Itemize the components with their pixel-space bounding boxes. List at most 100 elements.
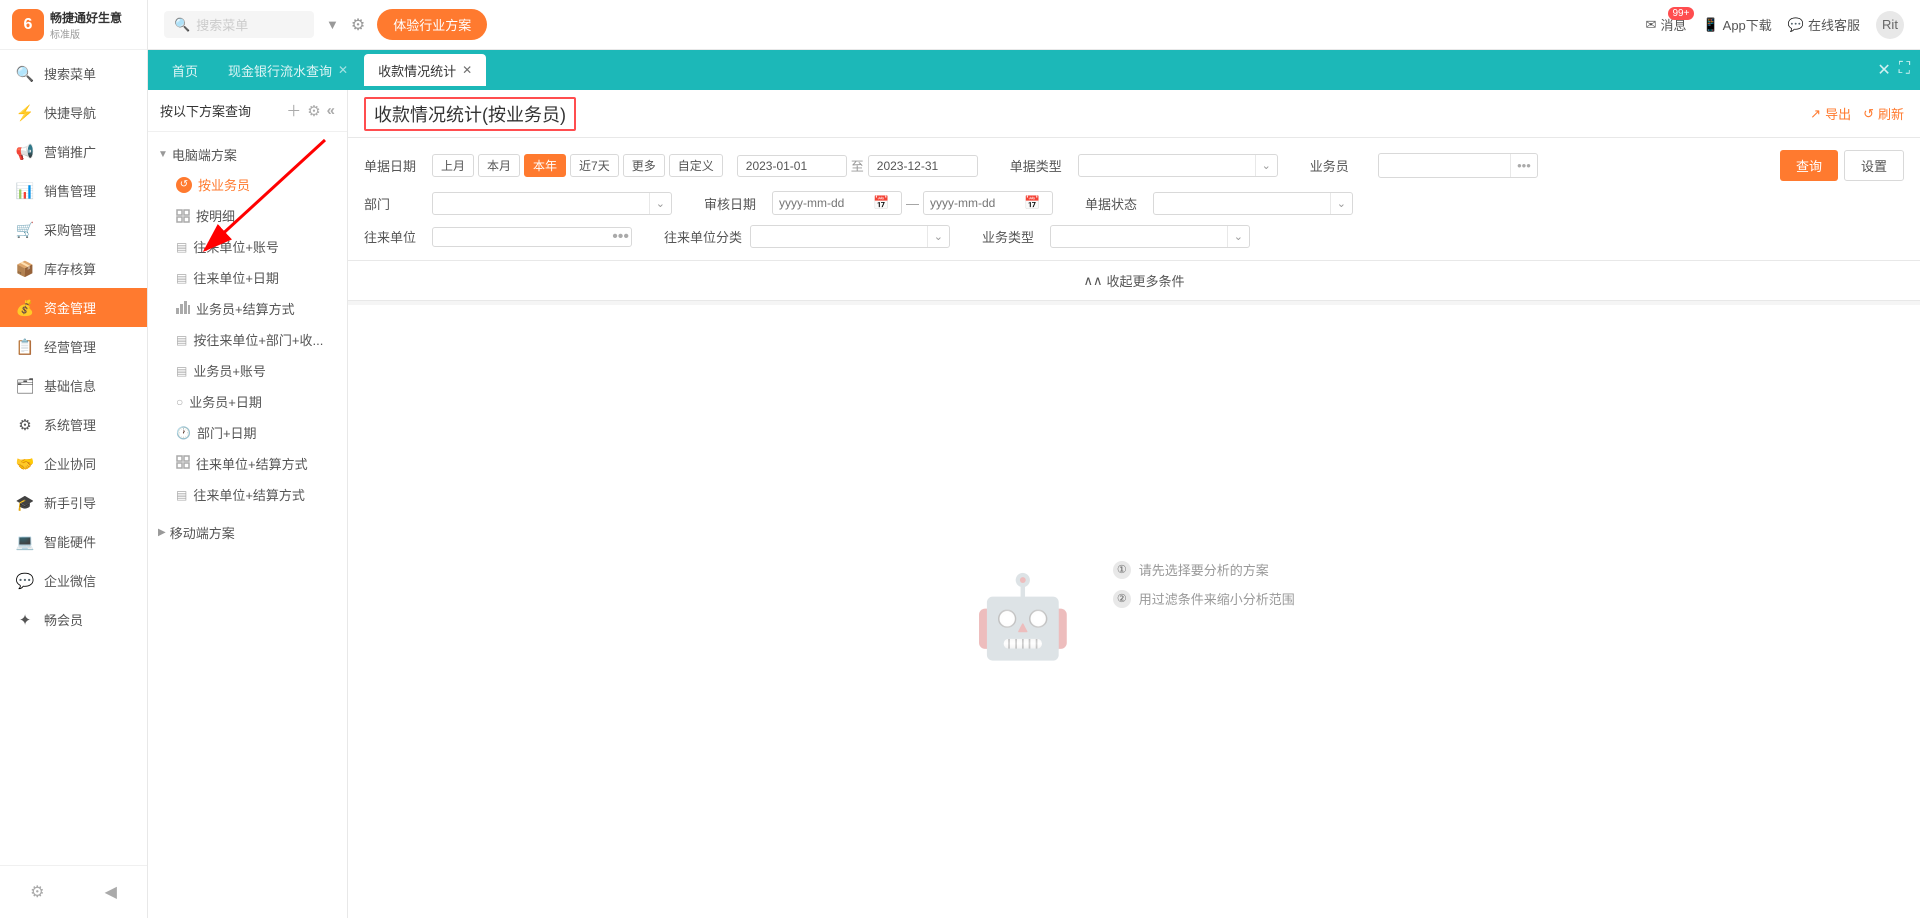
tree-item-by-salesperson[interactable]: ↺ 按业务员 xyxy=(148,169,347,200)
last-7-days-btn[interactable]: 近7天 xyxy=(570,154,619,177)
setting-button[interactable]: 设置 xyxy=(1844,150,1904,181)
hardware-icon: 💻 xyxy=(16,533,34,551)
tab-bar: 首页 现金银行流水查询 ✕ 收款情况统计 ✕ ✕ ⛶ xyxy=(148,50,1920,90)
topbar-search-box[interactable]: 🔍 搜索菜单 xyxy=(164,11,314,38)
bill-status-filter: 单据状态 ⌄ xyxy=(1085,192,1353,215)
audit-date-from-input[interactable] xyxy=(779,196,869,210)
tree-group-mobile-header[interactable]: ▶ 移动端方案 xyxy=(148,518,347,547)
tree-group-pc-header[interactable]: ▼ 电脑端方案 xyxy=(148,140,347,169)
bill-status-select-inner xyxy=(1154,199,1330,207)
empty-robot-icon: 🤖 xyxy=(973,570,1073,664)
sidebar-item-basic[interactable]: 🗂 基础信息 xyxy=(0,366,147,405)
sidebar-item-hardware[interactable]: 💻 智能硬件 xyxy=(0,522,147,561)
filter-row-1: 单据日期 上月 本月 本年 近7天 更多 自定义 至 xyxy=(364,150,1904,181)
empty-tip-1: ① 请先选择要分析的方案 xyxy=(1113,560,1295,579)
tree-item-partner-date[interactable]: ▤ 往来单位+日期 xyxy=(148,262,347,293)
sidebar-item-label: 智能硬件 xyxy=(44,532,96,551)
empty-tips: ① 请先选择要分析的方案 ② 用过滤条件来缩小分析范围 xyxy=(1113,560,1295,608)
close-window-icon[interactable]: ✕ xyxy=(1877,60,1890,80)
tree-item-dept-date[interactable]: 🕐 部门+日期 xyxy=(148,417,347,448)
tree-item-label: 按往来单位+部门+收... xyxy=(193,330,323,349)
tab-home[interactable]: 首页 xyxy=(158,54,212,86)
sidebar-item-sales[interactable]: 📊 销售管理 xyxy=(0,171,147,210)
sidebar-item-marketing[interactable]: 📢 营销推广 xyxy=(0,132,147,171)
this-year-btn[interactable]: 本年 xyxy=(524,154,566,177)
page-title: 收款情况统计(按业务员) xyxy=(364,97,576,131)
this-month-btn[interactable]: 本月 xyxy=(478,154,520,177)
more-date-btn[interactable]: 更多 xyxy=(623,154,665,177)
tree-item-salesperson-date[interactable]: ○ 业务员+日期 xyxy=(148,386,347,417)
audit-date-label: 审核日期 xyxy=(704,194,764,213)
sidebar-item-quick-nav[interactable]: ⚡ 快捷导航 xyxy=(0,93,147,132)
settings-bottom-icon[interactable]: ⚙ xyxy=(24,876,50,908)
dept-label: 部门 xyxy=(364,194,424,213)
tree-item-by-detail[interactable]: 按明细 xyxy=(148,200,347,231)
trial-button[interactable]: 体验行业方案 xyxy=(377,9,487,40)
tab-collection-stats-close[interactable]: ✕ xyxy=(462,63,472,77)
online-service-btn[interactable]: 💬 在线客服 xyxy=(1788,15,1860,34)
partner-category-label: 往来单位分类 xyxy=(664,227,742,246)
partner-account-icon: ▤ xyxy=(176,240,187,254)
message-btn[interactable]: ✉ 消息 99+ xyxy=(1646,15,1687,34)
tree-item-partner-dept-collect[interactable]: ▤ 按往来单位+部门+收... xyxy=(148,324,347,355)
sidebar-item-finance[interactable]: 💰 资金管理 xyxy=(0,288,147,327)
partner-category-chevron[interactable]: ⌄ xyxy=(927,226,949,247)
refresh-button[interactable]: ↺ 刷新 xyxy=(1863,104,1904,123)
date-to-input[interactable] xyxy=(868,155,978,177)
tree-item-salesperson-settle[interactable]: 业务员+结算方式 xyxy=(148,293,347,324)
sidebar-item-search[interactable]: 🔍 搜索菜单 xyxy=(0,54,147,93)
search-icon: 🔍 xyxy=(174,17,190,33)
business-type-inner xyxy=(1051,233,1227,241)
add-scheme-icon[interactable]: ＋ xyxy=(286,100,301,121)
last-month-btn[interactable]: 上月 xyxy=(432,154,474,177)
sidebar-item-inventory[interactable]: 📦 库存核算 xyxy=(0,249,147,288)
dept-chevron[interactable]: ⌄ xyxy=(649,193,671,214)
business-type-chevron[interactable]: ⌄ xyxy=(1227,226,1249,247)
tab-collection-stats[interactable]: 收款情况统计 ✕ xyxy=(364,54,486,86)
salesperson-dots[interactable]: ••• xyxy=(1510,154,1537,177)
sidebar-item-operation[interactable]: 📋 经营管理 xyxy=(0,327,147,366)
user-avatar[interactable]: Rit xyxy=(1876,11,1904,39)
sidebar-item-enterprise[interactable]: 🤝 企业协同 xyxy=(0,444,147,483)
sidebar-item-guide[interactable]: 🎓 新手引导 xyxy=(0,483,147,522)
sidebar-item-system[interactable]: ⚙ 系统管理 xyxy=(0,405,147,444)
empty-tip-2: ② 用过滤条件来缩小分析范围 xyxy=(1113,589,1295,608)
message-icon: ✉ xyxy=(1646,17,1657,33)
sidebar-item-wechat[interactable]: 💬 企业微信 xyxy=(0,561,147,600)
sidebar-item-label: 销售管理 xyxy=(44,181,96,200)
tree-item-salesperson-account[interactable]: ▤ 业务员+账号 xyxy=(148,355,347,386)
sidebar-item-member[interactable]: ✦ 畅会员 xyxy=(0,600,147,639)
sidebar-item-label: 企业微信 xyxy=(44,571,96,590)
export-button[interactable]: ↗ 导出 xyxy=(1810,104,1851,123)
operation-icon: 📋 xyxy=(16,338,34,356)
tree-item-label: 业务员+结算方式 xyxy=(196,299,295,318)
tree-item-partner-settle1[interactable]: 往来单位+结算方式 xyxy=(148,448,347,479)
partner-ellipsis[interactable]: ••• xyxy=(610,228,631,246)
sidebar-item-purchase[interactable]: 🛒 采购管理 xyxy=(0,210,147,249)
dept-date-icon: 🕐 xyxy=(176,426,191,440)
collapse-sidebar-icon[interactable]: ◀ xyxy=(99,876,123,908)
collapse-scheme-icon[interactable]: « xyxy=(327,102,335,119)
tree-item-partner-settle2[interactable]: ▤ 往来单位+结算方式 xyxy=(148,479,347,510)
query-button[interactable]: 查询 xyxy=(1780,150,1838,181)
custom-date-btn[interactable]: 自定义 xyxy=(669,154,723,177)
tab-bank-flow[interactable]: 现金银行流水查询 ✕ xyxy=(214,54,362,86)
topbar-settings-icon[interactable]: ⚙ xyxy=(351,15,365,35)
app-download-btn[interactable]: 📱 App下载 xyxy=(1702,15,1771,34)
settings-scheme-icon[interactable]: ⚙ xyxy=(307,102,320,120)
salesperson-scheme-icon: ↺ xyxy=(176,177,192,193)
audit-date-to-input[interactable] xyxy=(930,196,1020,210)
business-type-label: 业务类型 xyxy=(982,227,1042,246)
collapse-filters-button[interactable]: ∧∧ 收起更多条件 xyxy=(1083,271,1184,290)
sidebar-item-label: 新手引导 xyxy=(44,493,96,512)
bill-type-select-inner xyxy=(1079,162,1255,170)
fullscreen-icon[interactable]: ⛶ xyxy=(1899,60,1910,80)
sales-icon: 📊 xyxy=(16,182,34,200)
scheme-panel: 按以下方案查询 ＋ ⚙ « ▼ 电脑端方案 ↺ 按业务员 xyxy=(148,90,348,918)
bill-status-chevron[interactable]: ⌄ xyxy=(1330,193,1352,214)
date-from-input[interactable] xyxy=(737,155,847,177)
bill-type-chevron[interactable]: ⌄ xyxy=(1255,155,1277,176)
topbar-dropdown-arrow[interactable]: ▼ xyxy=(326,17,339,32)
tab-bank-flow-close[interactable]: ✕ xyxy=(338,63,348,77)
tree-item-partner-account[interactable]: ▤ 往来单位+账号 xyxy=(148,231,347,262)
